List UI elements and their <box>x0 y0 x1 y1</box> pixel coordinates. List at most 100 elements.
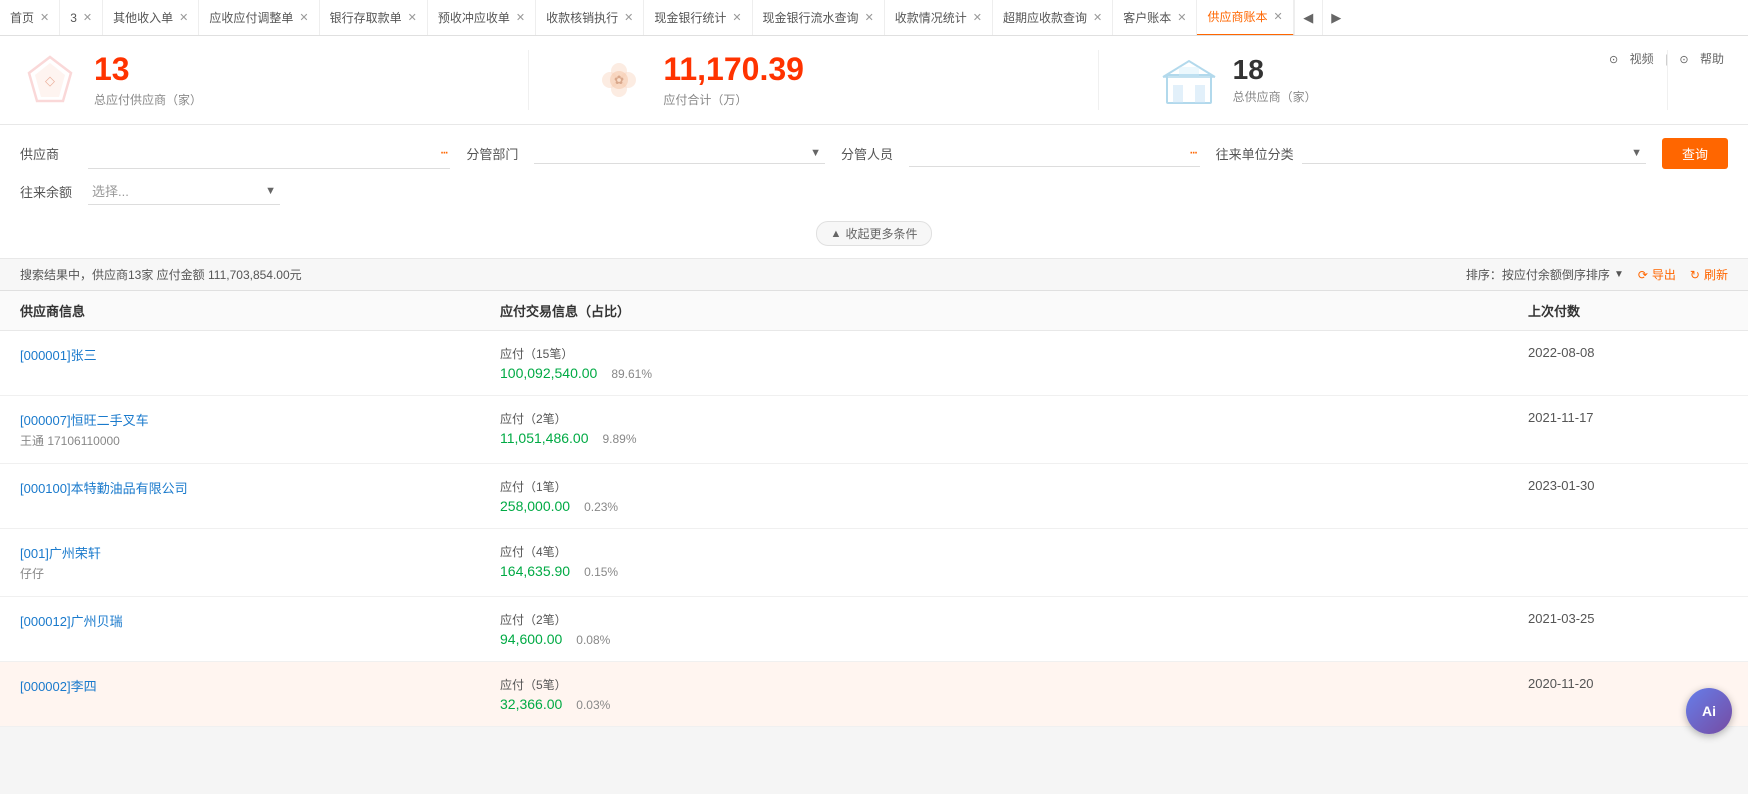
nav-tab-3[interactable]: 3 ✕ <box>60 0 103 36</box>
balance-chevron-icon: ▼ <box>265 185 276 197</box>
last-pay-date: 2021-11-17 <box>1528 410 1728 425</box>
supplier-filter: 供应商 ··· <box>20 137 450 169</box>
nav-tab-cash-bank-flow[interactable]: 现金银行流水查询 ✕ <box>753 0 885 36</box>
transaction-info: 应付（1笔） 258,000.00 0.23% <box>500 478 1528 514</box>
nav-tab-payment-verify[interactable]: 收款核销执行 ✕ <box>536 0 644 36</box>
close-icon[interactable]: ✕ <box>83 11 92 24</box>
close-icon[interactable]: ✕ <box>40 11 49 24</box>
search-button[interactable]: 查询 <box>1662 138 1728 169</box>
nav-tab-other-income[interactable]: 其他收入单 ✕ <box>103 0 199 36</box>
help-link[interactable]: 帮助 <box>1700 52 1724 66</box>
top-right-links: ⊙ 视频 | ⊙ 帮助 <box>1605 50 1728 67</box>
trans-amount[interactable]: 100,092,540.00 <box>500 365 597 381</box>
diamond-icon: ◇ <box>20 50 80 110</box>
refresh-button[interactable]: ↻ 刷新 <box>1690 266 1728 283</box>
trans-percent: 0.23% <box>584 500 618 514</box>
close-icon[interactable]: ✕ <box>624 11 633 24</box>
person-input[interactable] <box>913 145 1189 160</box>
result-actions: 排序：按应付余额倒序排序 ▼ ⟳ 导出 ↻ 刷新 <box>1466 266 1728 283</box>
nav-next-button[interactable]: ▶ <box>1322 0 1350 36</box>
close-icon[interactable]: ✕ <box>1177 11 1186 24</box>
supplier-input[interactable] <box>92 141 439 164</box>
supplier-name-link[interactable]: [000012]广州贝瑞 <box>20 614 123 629</box>
video-link[interactable]: 视频 <box>1630 52 1654 66</box>
collapse-label: 收起更多条件 <box>845 225 917 242</box>
table-row[interactable]: [001]广州荣轩 仔仔 应付（4笔） 164,635.90 0.15% <box>0 529 1748 597</box>
supplier-more-icon[interactable]: ··· <box>439 144 446 162</box>
trans-amount[interactable]: 94,600.00 <box>500 631 562 647</box>
trans-label: 应付（15笔） <box>500 345 1528 362</box>
supplier-info: [001]广州荣轩 仔仔 <box>20 543 500 582</box>
close-icon[interactable]: ✕ <box>1274 10 1283 23</box>
close-icon[interactable]: ✕ <box>732 11 741 24</box>
dept-filter: 分管部门 ▼ <box>466 143 825 164</box>
nav-tab-customer-book[interactable]: 客户账本 ✕ <box>1113 0 1197 36</box>
transaction-info: 应付（4笔） 164,635.90 0.15% <box>500 543 1528 579</box>
balance-filter: 往来余额 选择... ▼ <box>20 177 280 205</box>
stat-ap-amount: ✿ 11,170.39 应付合计（万） <box>589 50 1098 110</box>
supplier-contact: 仔仔 <box>20 565 500 582</box>
col-header-transaction: 应付交易信息（占比） <box>500 301 1528 320</box>
dept-select[interactable]: ▼ <box>534 143 825 164</box>
supplier-label: 供应商 <box>20 144 80 163</box>
table-row[interactable]: [000007]恒旺二手叉车 王通 17106110000 应付（2笔） 11,… <box>0 396 1748 464</box>
supplier-name-link[interactable]: [001]广州荣轩 <box>20 546 101 561</box>
table-row[interactable]: [000001]张三 应付（15笔） 100,092,540.00 89.61%… <box>0 331 1748 396</box>
trans-amount[interactable]: 258,000.00 <box>500 498 570 514</box>
nav-tab-home[interactable]: 首页 ✕ <box>0 0 60 36</box>
export-icon: ⟳ <box>1638 268 1648 282</box>
category-label: 往来单位分类 <box>1216 144 1294 163</box>
close-icon[interactable]: ✕ <box>299 11 308 24</box>
col-header-supplier: 供应商信息 <box>20 301 500 320</box>
close-icon[interactable]: ✕ <box>516 11 525 24</box>
close-icon[interactable]: ✕ <box>973 11 982 24</box>
svg-text:◇: ◇ <box>45 73 55 88</box>
supplier-name-link[interactable]: [000100]本特勤油品有限公司 <box>20 481 188 496</box>
supplier-name-link[interactable]: [000007]恒旺二手叉车 <box>20 413 149 428</box>
dept-label: 分管部门 <box>466 144 526 163</box>
close-icon[interactable]: ✕ <box>408 11 417 24</box>
trans-percent: 89.61% <box>611 367 652 381</box>
close-icon[interactable]: ✕ <box>179 11 188 24</box>
supplier-info: [000007]恒旺二手叉车 王通 17106110000 <box>20 410 500 449</box>
ap-amount-label: 应付合计（万） <box>663 91 804 108</box>
nav-tab-advance-ar[interactable]: 预收冲应收单 ✕ <box>428 0 536 36</box>
nav-tab-overdue-ar[interactable]: 超期应收款查询 ✕ <box>993 0 1113 36</box>
nav-prev-button[interactable]: ◀ <box>1294 0 1322 36</box>
table-header: 供应商信息 应付交易信息（占比） 上次付数 <box>0 291 1748 331</box>
svg-text:✿: ✿ <box>614 73 624 87</box>
stat-total-suppliers: 18 总供应商（家） <box>1159 50 1668 110</box>
table-row[interactable]: [000012]广州贝瑞 应付（2笔） 94,600.00 0.08% 2021… <box>0 597 1748 662</box>
sort-button[interactable]: 排序：按应付余额倒序排序 ▼ <box>1466 266 1624 283</box>
nav-tab-bank-deposit[interactable]: 银行存取款单 ✕ <box>320 0 428 36</box>
nav-tab-label: 供应商账本 <box>1207 8 1267 25</box>
trans-amount[interactable]: 164,635.90 <box>500 563 570 579</box>
transaction-info: 应付（2笔） 11,051,486.00 9.89% <box>500 410 1528 446</box>
balance-select[interactable]: 选择... ▼ <box>88 177 280 205</box>
ai-button[interactable]: Ai <box>1686 688 1732 734</box>
trans-amount[interactable]: 32,366.00 <box>500 696 562 712</box>
table-row[interactable]: [000100]本特勤油品有限公司 应付（1笔） 258,000.00 0.23… <box>0 464 1748 529</box>
nav-tab-collection-stat[interactable]: 收款情况统计 ✕ <box>885 0 993 36</box>
nav-tab-ar-ap-adjust[interactable]: 应收应付调整单 ✕ <box>199 0 319 36</box>
person-label: 分管人员 <box>841 144 901 163</box>
supplier-info: [000100]本特勤油品有限公司 <box>20 478 500 497</box>
table-row[interactable]: [000002]李四 应付（5笔） 32,366.00 0.03% 2020-1… <box>0 662 1748 727</box>
nav-tab-supplier-book[interactable]: 供应商账本 ✕ <box>1197 0 1293 36</box>
trans-amount[interactable]: 11,051,486.00 <box>500 430 589 446</box>
trans-percent: 0.15% <box>584 565 618 579</box>
nav-tab-label: 其他收入单 <box>113 9 173 26</box>
close-icon[interactable]: ✕ <box>1093 11 1102 24</box>
supplier-name-link[interactable]: [000002]李四 <box>20 679 97 694</box>
person-more-icon[interactable]: ··· <box>1189 144 1196 162</box>
export-button[interactable]: ⟳ 导出 <box>1638 266 1676 283</box>
category-select[interactable]: ▼ <box>1302 143 1646 164</box>
nav-tab-cash-bank-stat[interactable]: 现金银行统计 ✕ <box>644 0 752 36</box>
collapse-up-icon: ▲ <box>831 228 842 240</box>
supplier-name-link[interactable]: [000001]张三 <box>20 348 97 363</box>
close-icon[interactable]: ✕ <box>865 11 874 24</box>
sort-label: 排序：按应付余额倒序排序 <box>1466 266 1610 283</box>
nav-tab-label: 超期应收款查询 <box>1003 9 1087 26</box>
collapse-button[interactable]: ▲ 收起更多条件 <box>816 221 933 246</box>
supplier-info: [000012]广州贝瑞 <box>20 611 500 630</box>
